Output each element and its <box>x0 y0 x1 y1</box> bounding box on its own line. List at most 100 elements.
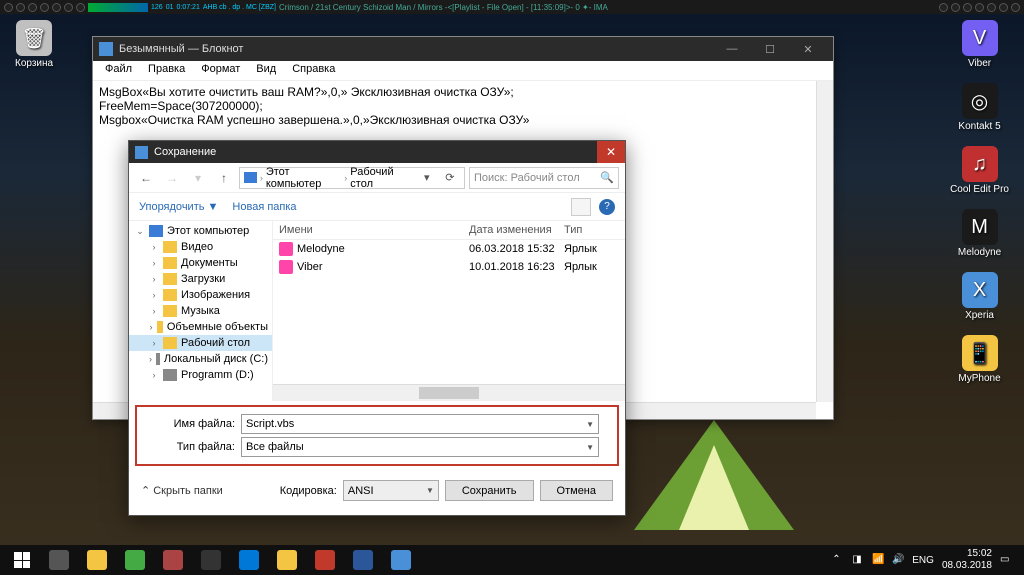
winamp-ctrl[interactable] <box>4 3 13 12</box>
help-icon[interactable]: ? <box>599 199 615 215</box>
breadcrumb-dropdown-icon[interactable]: ▾ <box>417 171 437 184</box>
save-button[interactable]: Сохранить <box>445 480 534 501</box>
col-header-date[interactable]: Дата изменения <box>469 224 564 236</box>
col-header-type[interactable]: Тип <box>564 224 619 236</box>
tree-item[interactable]: ›Документы <box>129 255 272 271</box>
taskbar-app[interactable] <box>230 545 268 575</box>
tree-item[interactable]: ›Музыка <box>129 303 272 319</box>
app-icon <box>315 550 335 570</box>
minimize-button[interactable]: — <box>713 37 751 61</box>
winamp-ctrl[interactable] <box>987 3 996 12</box>
notepad-content[interactable]: MsgBox«Вы хотите очистить ваш RAM?»,0,» … <box>93 81 833 131</box>
new-folder-button[interactable]: Новая папка <box>232 201 296 213</box>
winamp-track-num: 126 <box>151 4 163 11</box>
winamp-ctrl[interactable] <box>64 3 73 12</box>
menu-item[interactable]: Формат <box>193 61 248 80</box>
breadcrumb-folder[interactable]: Рабочий стол <box>350 166 413 190</box>
winamp-ctrl[interactable] <box>40 3 49 12</box>
menu-item[interactable]: Правка <box>140 61 193 80</box>
winamp-ctrl[interactable] <box>16 3 25 12</box>
desktop-icon[interactable]: ◎Kontakt 5 <box>950 83 1009 132</box>
desktop-icon[interactable]: M Melodyne <box>950 209 1009 258</box>
menu-item[interactable]: Справка <box>284 61 343 80</box>
taskbar-app[interactable] <box>344 545 382 575</box>
savedlg-title: Сохранение <box>154 146 216 158</box>
filelist-scrollbar[interactable] <box>273 384 625 401</box>
file-type: Ярлык <box>564 261 619 273</box>
winamp-ctrl[interactable] <box>963 3 972 12</box>
app-icon: X <box>962 272 998 308</box>
tree-label: Видео <box>181 241 213 253</box>
menu-item[interactable]: Вид <box>248 61 284 80</box>
filetype-select[interactable]: Все файлы▼ <box>241 437 599 457</box>
refresh-icon[interactable]: ⟳ <box>440 171 460 184</box>
col-header-name[interactable]: Имени <box>279 224 469 236</box>
winamp-ctrl[interactable] <box>52 3 61 12</box>
start-button[interactable] <box>4 545 40 575</box>
menu-item[interactable]: Файл <box>97 61 140 80</box>
savedlg-close-button[interactable]: ✕ <box>597 141 625 163</box>
desktop-icon[interactable]: XXperia <box>950 272 1009 321</box>
desktop-icon[interactable]: 📱MyPhone <box>950 335 1009 384</box>
notepad-titlebar[interactable]: Безымянный — Блокнот — ☐ ✕ <box>93 37 833 61</box>
app-icon: V <box>962 20 998 56</box>
winamp-ctrl[interactable] <box>951 3 960 12</box>
winamp-ctrl[interactable] <box>1011 3 1020 12</box>
taskbar-app[interactable] <box>382 545 420 575</box>
maximize-button[interactable]: ☐ <box>751 37 789 61</box>
view-options-button[interactable] <box>571 198 591 216</box>
search-input[interactable]: Поиск: Рабочий стол 🔍 <box>469 167 619 189</box>
taskbar-app[interactable] <box>192 545 230 575</box>
cancel-button[interactable]: Отмена <box>540 480 613 501</box>
nav-up-button[interactable]: ↑ <box>213 167 235 189</box>
winamp-time: 0:07:21 <box>176 4 199 11</box>
breadcrumb-root[interactable]: Этот компьютер <box>266 166 341 190</box>
tree-item[interactable]: ›Загрузки <box>129 271 272 287</box>
winamp-ctrl[interactable] <box>999 3 1008 12</box>
tree-item[interactable]: ›Programm (D:) <box>129 367 272 383</box>
tray-volume-icon[interactable]: 🔊 <box>892 554 904 566</box>
desktop-icon[interactable]: VViber <box>950 20 1009 69</box>
app-icon: M <box>962 209 998 245</box>
tree-item[interactable]: ›Рабочий стол <box>129 335 272 351</box>
nav-forward-button[interactable]: → <box>161 167 183 189</box>
organize-button[interactable]: Упорядочить ▼ <box>139 201 218 213</box>
taskbar-clock[interactable]: 15:02 08.03.2018 <box>942 548 992 572</box>
winamp-ctrl[interactable] <box>939 3 948 12</box>
tree-item[interactable]: ⌄Этот компьютер <box>129 223 272 239</box>
tray-language[interactable]: ENG <box>912 555 934 566</box>
file-row[interactable]: Melodyne06.03.2018 15:32Ярлык <box>273 240 625 258</box>
close-button[interactable]: ✕ <box>789 37 827 61</box>
winamp-ctrl[interactable] <box>28 3 37 12</box>
desktop-icon-label: Melodyne <box>958 247 1001 258</box>
tray-notifications-icon[interactable]: ▭ <box>1000 554 1012 566</box>
savedlg-titlebar[interactable]: Сохранение ✕ <box>129 141 625 163</box>
nav-history-button[interactable]: ▾ <box>187 167 209 189</box>
tree-item[interactable]: ›Видео <box>129 239 272 255</box>
notepad-scrollbar-v[interactable] <box>816 81 833 402</box>
taskbar-app[interactable] <box>40 545 78 575</box>
taskbar-app[interactable] <box>268 545 306 575</box>
tray-battery-icon[interactable]: ◨ <box>852 554 864 566</box>
taskbar-app[interactable] <box>306 545 344 575</box>
desktop-icon[interactable]: ♫Cool Edit Pro <box>950 146 1009 195</box>
taskbar-app[interactable] <box>78 545 116 575</box>
tree-item[interactable]: ›Объемные объекты <box>129 319 272 335</box>
tree-item[interactable]: ›Локальный диск (C:) <box>129 351 272 367</box>
nav-back-button[interactable]: ← <box>135 167 157 189</box>
taskbar-app[interactable] <box>116 545 154 575</box>
tree-arrow-icon: › <box>149 354 152 364</box>
tray-chevron-icon[interactable]: ⌃ <box>832 554 844 566</box>
file-row[interactable]: Viber10.01.2018 16:23Ярлык <box>273 258 625 276</box>
desktop-icon[interactable]: 🗑Корзина <box>15 20 53 69</box>
filename-input[interactable]: Script.vbs▼ <box>241 414 599 434</box>
tray-network-icon[interactable]: 📶 <box>872 554 884 566</box>
breadcrumb[interactable]: › Этот компьютер › Рабочий стол ▾ ⟳ <box>239 167 465 189</box>
winamp-ctrl[interactable] <box>76 3 85 12</box>
search-icon[interactable]: 🔍 <box>600 171 614 184</box>
hide-folders-link[interactable]: ⌃Скрыть папки <box>141 484 223 497</box>
tree-item[interactable]: ›Изображения <box>129 287 272 303</box>
taskbar-app[interactable] <box>154 545 192 575</box>
encoding-select[interactable]: ANSI▼ <box>343 480 439 501</box>
winamp-ctrl[interactable] <box>975 3 984 12</box>
